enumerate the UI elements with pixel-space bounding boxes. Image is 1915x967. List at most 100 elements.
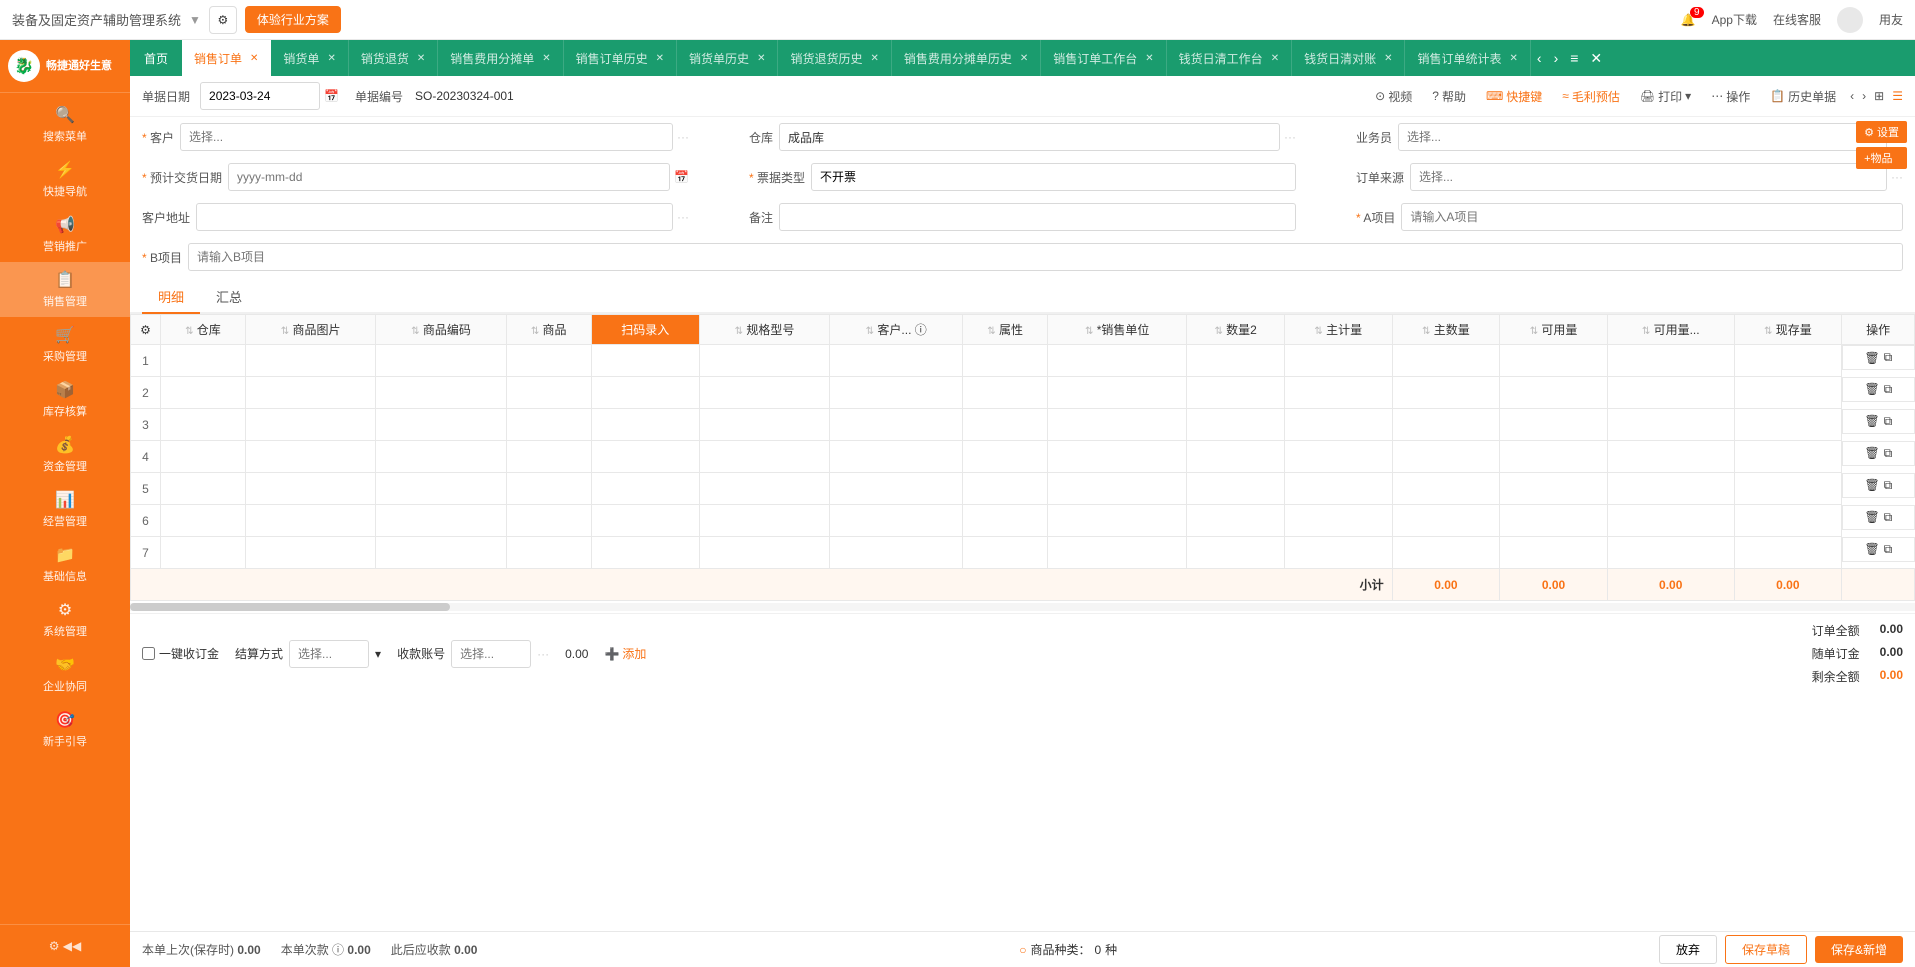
row-2-main-qty[interactable] [1392, 377, 1500, 409]
username[interactable]: 用友 [1879, 11, 1903, 28]
row-1-main-qty[interactable] [1392, 345, 1500, 377]
warehouse-input[interactable] [779, 123, 1280, 151]
row-1-qty2[interactable] [1187, 345, 1285, 377]
row-4-delete[interactable]: 🗑 [1864, 446, 1879, 460]
tab-order-history-close[interactable]: ✕ [656, 53, 664, 64]
tab-sales-invoice[interactable]: 销货单 ✕ [271, 40, 348, 76]
profit-button[interactable]: ≈ 毛利预估 [1556, 85, 1626, 108]
tab-return-history-close[interactable]: ✕ [870, 53, 878, 64]
sidebar-item-system[interactable]: ⚙ 系统管理 [0, 592, 130, 647]
row-3-warehouse[interactable] [161, 409, 246, 441]
collapse-button[interactable]: ⚙ ◀◀ [0, 933, 130, 959]
row-3-copy[interactable]: ⧉ [1884, 414, 1893, 429]
row-1-copy[interactable]: ⧉ [1884, 350, 1893, 365]
notification-bell[interactable]: 🔔9 [1681, 13, 1696, 27]
tab-fee-split[interactable]: 销售费用分摊单 ✕ [438, 40, 563, 76]
tab-detail[interactable]: 明细 [142, 281, 200, 314]
system-dropdown-arrow[interactable]: ▼ [189, 13, 201, 27]
row-2-delete[interactable]: 🗑 [1864, 382, 1879, 396]
sidebar-item-sales[interactable]: 📋 销售管理 [0, 262, 130, 317]
row-6-delete[interactable]: 🗑 [1864, 510, 1879, 524]
project-a-input[interactable] [1401, 203, 1903, 231]
row-7-copy[interactable]: ⧉ [1884, 542, 1893, 557]
tab-nav-right[interactable]: › [1548, 50, 1565, 66]
col-available2[interactable]: ⇅ 可用量... [1607, 315, 1734, 345]
col-main-unit[interactable]: ⇅ 主计量 [1284, 315, 1392, 345]
row-3-delete[interactable]: 🗑 [1864, 414, 1879, 428]
tab-invoice-history-close[interactable]: ✕ [757, 53, 765, 64]
order-source-input[interactable] [1410, 163, 1887, 191]
col-goods[interactable]: ⇅ 商品 [506, 315, 591, 345]
save-draft-button[interactable]: 保存草稿 [1725, 935, 1807, 964]
horizontal-scrollbar[interactable] [130, 603, 1915, 611]
salesperson-input[interactable] [1398, 123, 1887, 151]
app-download-link[interactable]: App下载 [1712, 11, 1757, 28]
col-customer-code[interactable]: ⇅ 客户... ⓘ [830, 315, 963, 345]
sidebar-item-purchase[interactable]: 🛒 采购管理 [0, 317, 130, 372]
tab-fee-history-close[interactable]: ✕ [1020, 53, 1028, 64]
tab-sales-return-close[interactable]: ✕ [417, 53, 425, 64]
sidebar-item-marketing[interactable]: 📢 营销推广 [0, 207, 130, 262]
sidebar-item-enterprise[interactable]: 🤝 企业协同 [0, 647, 130, 702]
sidebar-item-navigation[interactable]: ⚡ 快捷导航 [0, 152, 130, 207]
tab-invoice-history[interactable]: 销货单历史 ✕ [677, 40, 778, 76]
add-goods-button[interactable]: +物品 [1856, 147, 1907, 169]
row-2-warehouse[interactable] [161, 377, 246, 409]
project-b-input[interactable] [188, 243, 1903, 271]
industry-button[interactable]: 体验行业方案 [245, 6, 341, 33]
remark-input[interactable] [779, 203, 1296, 231]
row-1-customer-code[interactable] [830, 345, 963, 377]
col-stock[interactable]: ⇅ 现存量 [1734, 315, 1842, 345]
col-spec[interactable]: ⇅ 规格型号 [699, 315, 829, 345]
sidebar-item-inventory[interactable]: 📦 库存核算 [0, 372, 130, 427]
online-service-link[interactable]: 在线客服 [1773, 11, 1821, 28]
auto-checkout-checkbox[interactable]: 一键收订金 [142, 645, 219, 662]
list-view[interactable]: ☰ [1892, 89, 1903, 103]
tab-daily-workbench[interactable]: 钱货日清工作台 ✕ [1167, 40, 1292, 76]
warehouse-more[interactable]: ··· [1284, 130, 1296, 144]
address-input[interactable] [196, 203, 673, 231]
add-button[interactable]: ➕ 添加 [604, 645, 646, 662]
row-2-code[interactable] [376, 377, 506, 409]
tab-daily-workbench-close[interactable]: ✕ [1271, 53, 1279, 64]
row-5-copy[interactable]: ⧉ [1884, 478, 1893, 493]
row-6-copy[interactable]: ⧉ [1884, 510, 1893, 525]
row-2-unit[interactable] [1048, 377, 1187, 409]
tab-sales-return[interactable]: 销货退货 ✕ [349, 40, 438, 76]
row-2-goods[interactable] [506, 377, 591, 409]
col-main-qty[interactable]: ⇅ 主数量 [1392, 315, 1500, 345]
col-settings[interactable]: ⚙ [131, 315, 161, 345]
tab-order-workbench[interactable]: 销售订单工作台 ✕ [1041, 40, 1166, 76]
account-more[interactable]: ··· [537, 647, 549, 661]
delivery-calendar-icon[interactable]: 📅 [674, 170, 689, 184]
row-2-qty2[interactable] [1187, 377, 1285, 409]
scrollbar-thumb[interactable] [130, 603, 450, 611]
row-4-copy[interactable]: ⧉ [1884, 446, 1893, 461]
discard-button[interactable]: 放弃 [1659, 935, 1717, 964]
row-1-warehouse[interactable] [161, 345, 246, 377]
grid-view[interactable]: ⊞ [1874, 89, 1884, 103]
col-unit[interactable]: ⇅ *销售单位 [1048, 315, 1187, 345]
tab-close-all[interactable]: ✕ [1584, 50, 1608, 67]
col-available[interactable]: ⇅ 可用量 [1500, 315, 1608, 345]
invoice-type-select[interactable]: 不开票 增值税普通发票 增值税专用发票 [811, 163, 1296, 191]
row-1-main-unit[interactable] [1284, 345, 1392, 377]
row-2-scan[interactable] [591, 377, 699, 409]
delivery-date-input[interactable] [228, 163, 670, 191]
row-1-scan[interactable] [591, 345, 699, 377]
tab-fee-split-close[interactable]: ✕ [542, 53, 550, 64]
tab-reconcile-close[interactable]: ✕ [1384, 53, 1392, 64]
col-code[interactable]: ⇅ 商品编码 [376, 315, 506, 345]
tab-summary[interactable]: 汇总 [200, 281, 258, 312]
gear-button[interactable]: ⚙ [209, 6, 237, 34]
calendar-icon[interactable]: 📅 [324, 89, 339, 103]
col-attr[interactable]: ⇅ 属性 [963, 315, 1048, 345]
tab-sales-order[interactable]: 销售订单 ✕ [182, 40, 271, 76]
settings-tag-button[interactable]: ⚙ 设置 [1856, 121, 1907, 143]
tab-sales-order-close[interactable]: ✕ [250, 53, 258, 64]
order-source-more[interactable]: ··· [1891, 170, 1903, 184]
row-1-goods[interactable] [506, 345, 591, 377]
checkout-method-arrow[interactable]: ▾ [375, 647, 381, 661]
operation-button[interactable]: ⋯ 操作 [1705, 85, 1756, 108]
col-warehouse[interactable]: ⇅ 仓库 [161, 315, 246, 345]
